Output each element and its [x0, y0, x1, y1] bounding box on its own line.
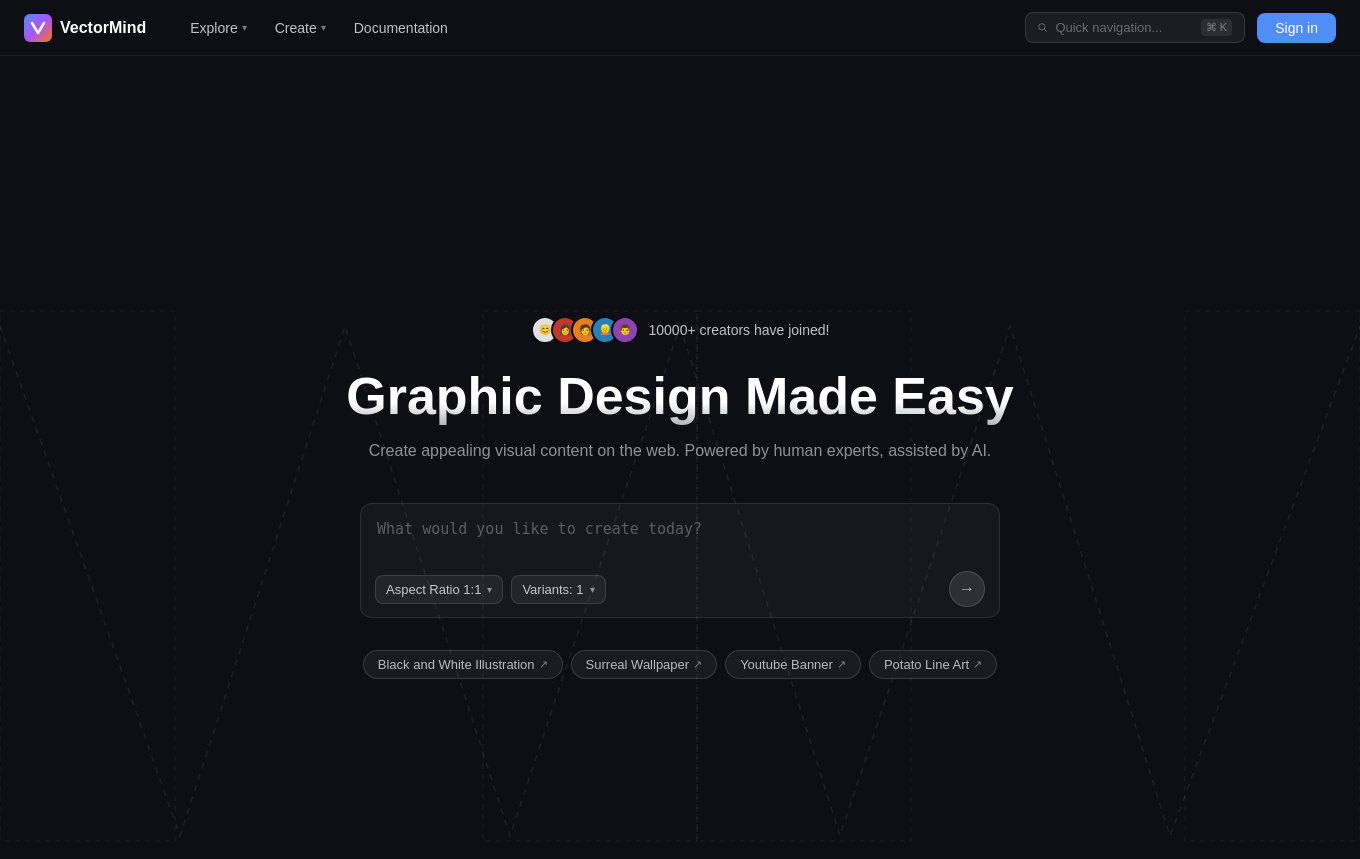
logo-text: VectorMind — [60, 19, 146, 37]
navbar: VectorMind Explore ▾ Create ▾ Documentat… — [0, 0, 1360, 56]
creator-count-text: 10000+ creators have joined! — [649, 322, 830, 338]
creator-badge: 😊 👩 🧑 👱 👨 10000+ creators have joined! — [531, 316, 830, 344]
chevron-down-icon: ▾ — [487, 584, 492, 595]
variants-label: Variants: 1 — [522, 582, 583, 597]
chip-potato-line-art[interactable]: Potato Line Art ↗ — [869, 650, 997, 679]
chip-label: Youtube Banner — [740, 657, 833, 672]
search-input[interactable] — [1055, 20, 1192, 35]
search-icon — [1038, 21, 1047, 34]
svg-rect-2 — [0, 311, 175, 841]
arrow-right-icon: → — [959, 580, 975, 598]
chip-label: Potato Line Art — [884, 657, 969, 672]
chip-label: Surreal Wallpaper — [586, 657, 690, 672]
chip-label: Black and White Illustration — [378, 657, 535, 672]
create-bottom-controls: Aspect Ratio 1:1 ▾ Variants: 1 ▾ → — [375, 571, 985, 607]
logo-icon — [24, 14, 52, 42]
create-area: Aspect Ratio 1:1 ▾ Variants: 1 ▾ → — [360, 503, 1000, 618]
hero-subtitle: Create appealing visual content on the w… — [369, 439, 992, 463]
avatar-stack: 😊 👩 🧑 👱 👨 — [531, 316, 639, 344]
suggestion-chips: Black and White Illustration ↗ Surreal W… — [363, 650, 997, 679]
logo[interactable]: VectorMind — [24, 14, 146, 42]
hero-content: 😊 👩 🧑 👱 👨 10000+ creators have joined! G… — [320, 316, 1040, 679]
svg-line-1 — [1045, 29, 1047, 31]
nav-explore[interactable]: Explore ▾ — [178, 14, 258, 42]
hero-title: Graphic Design Made Easy — [346, 368, 1014, 425]
hero-section: 😊 👩 🧑 👱 👨 10000+ creators have joined! G… — [0, 56, 1360, 859]
create-input[interactable] — [377, 518, 983, 563]
chevron-down-icon: ▾ — [590, 584, 595, 595]
create-controls: Aspect Ratio 1:1 ▾ Variants: 1 ▾ — [375, 575, 606, 604]
nav-right: ⌘ K Sign in — [1025, 12, 1336, 43]
aspect-ratio-dropdown[interactable]: Aspect Ratio 1:1 ▾ — [375, 575, 503, 604]
chip-youtube-banner[interactable]: Youtube Banner ↗ — [725, 650, 861, 679]
variants-dropdown[interactable]: Variants: 1 ▾ — [511, 575, 605, 604]
svg-rect-3 — [1185, 311, 1360, 841]
nav-create[interactable]: Create ▾ — [263, 14, 338, 42]
avatar: 👨 — [611, 316, 639, 344]
arrow-icon: ↗ — [539, 658, 548, 671]
arrow-icon: ↗ — [973, 658, 982, 671]
chevron-down-icon: ▾ — [321, 22, 326, 33]
signin-button[interactable]: Sign in — [1257, 13, 1336, 43]
submit-button[interactable]: → — [949, 571, 985, 607]
chip-bw-illustration[interactable]: Black and White Illustration ↗ — [363, 650, 563, 679]
nav-links: Explore ▾ Create ▾ Documentation — [178, 14, 1025, 42]
search-box[interactable]: ⌘ K — [1025, 12, 1245, 43]
chevron-down-icon: ▾ — [242, 22, 247, 33]
nav-documentation[interactable]: Documentation — [342, 14, 460, 42]
arrow-icon: ↗ — [693, 658, 702, 671]
arrow-icon: ↗ — [837, 658, 846, 671]
chip-surreal-wallpaper[interactable]: Surreal Wallpaper ↗ — [571, 650, 718, 679]
aspect-ratio-label: Aspect Ratio 1:1 — [386, 582, 481, 597]
search-shortcut: ⌘ K — [1201, 19, 1232, 36]
